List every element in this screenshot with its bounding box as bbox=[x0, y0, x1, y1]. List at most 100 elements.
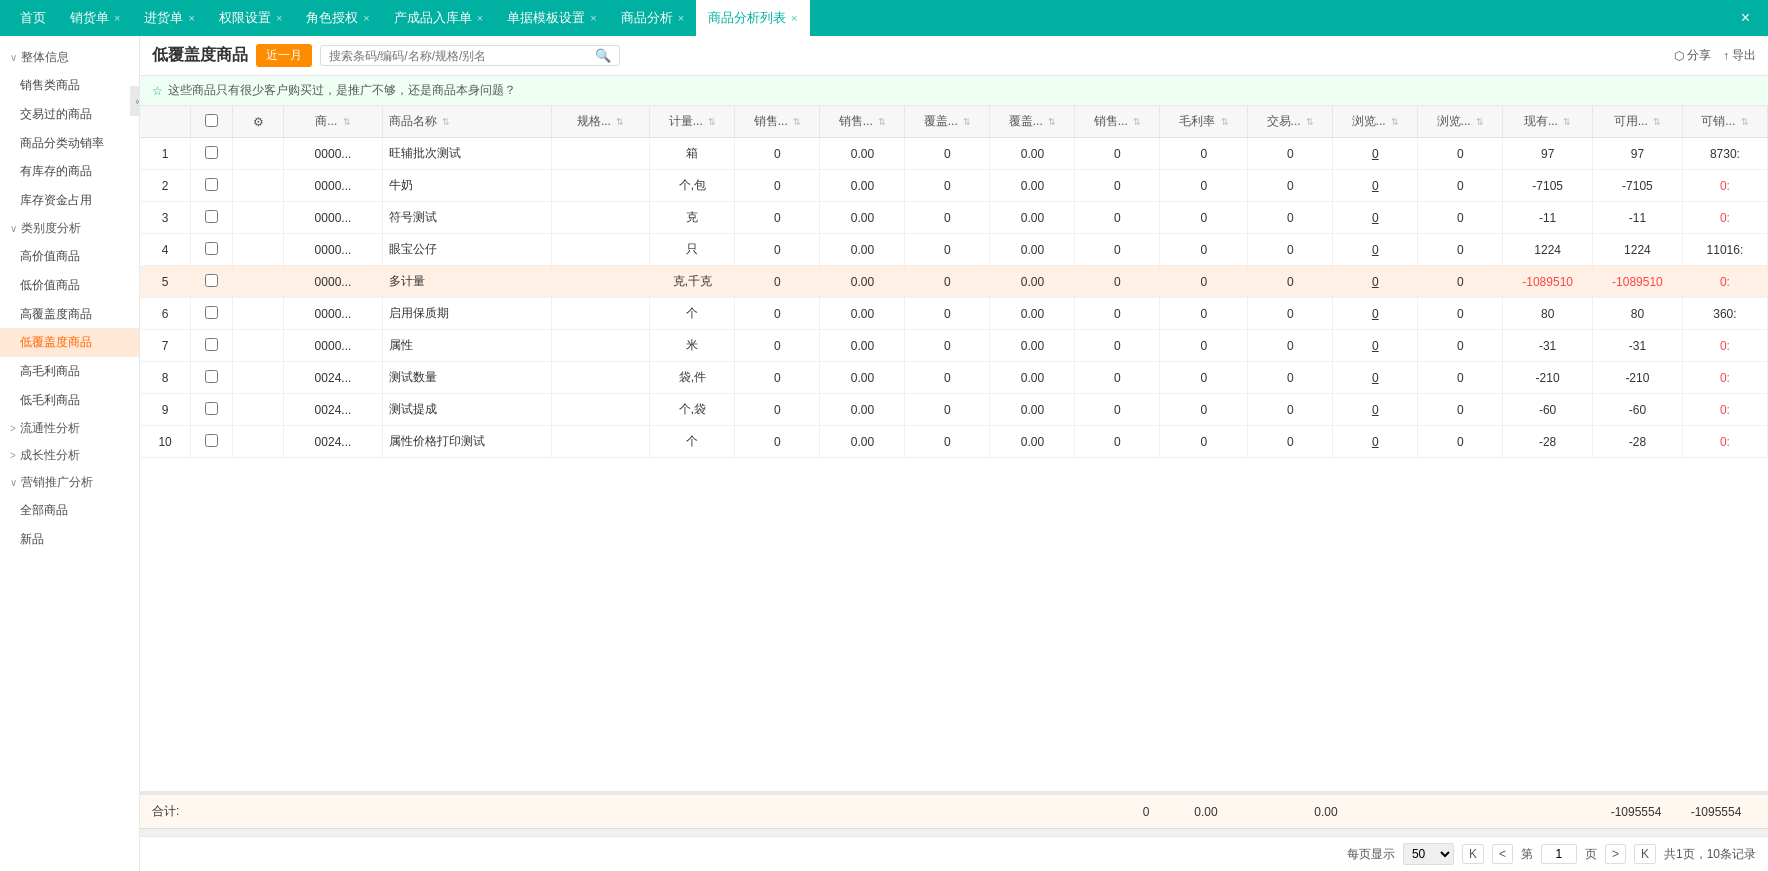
cell-browse1[interactable]: 0 bbox=[1333, 330, 1418, 362]
cell-check[interactable] bbox=[191, 394, 233, 426]
nav-role-auth[interactable]: 角色授权 × bbox=[294, 0, 381, 36]
sidebar-item-high-coverage[interactable]: 高覆盖度商品 bbox=[0, 300, 139, 329]
row-checkbox[interactable] bbox=[205, 274, 218, 287]
browse-link[interactable]: 0 bbox=[1372, 211, 1379, 225]
sidebar-item-sales-goods[interactable]: 销售类商品 bbox=[0, 71, 139, 100]
browse-link[interactable]: 0 bbox=[1372, 275, 1379, 289]
sidebar-section-overview[interactable]: ∨ 整体信息 bbox=[0, 44, 139, 71]
row-checkbox[interactable] bbox=[205, 338, 218, 351]
search-icon[interactable]: 🔍 bbox=[595, 48, 611, 63]
nav-product-analysis-list[interactable]: 商品分析列表 × bbox=[696, 0, 809, 36]
horizontal-scrollbar[interactable] bbox=[140, 828, 1768, 836]
nav-permissions[interactable]: 权限设置 × bbox=[207, 0, 294, 36]
sidebar-item-all-goods[interactable]: 全部商品 bbox=[0, 496, 139, 525]
last-page-button[interactable]: K bbox=[1634, 844, 1656, 864]
cell-browse1[interactable]: 0 bbox=[1333, 394, 1418, 426]
cell-settings bbox=[233, 394, 284, 426]
sidebar-item-new-goods[interactable]: 新品 bbox=[0, 525, 139, 554]
sidebar-item-stocked-goods[interactable]: 有库存的商品 bbox=[0, 157, 139, 186]
cell-check[interactable] bbox=[191, 138, 233, 170]
sidebar-item-low-value[interactable]: 低价值商品 bbox=[0, 271, 139, 300]
sidebar-item-low-profit[interactable]: 低毛利商品 bbox=[0, 386, 139, 415]
row-checkbox[interactable] bbox=[205, 434, 218, 447]
cell-browse1[interactable]: 0 bbox=[1333, 362, 1418, 394]
nav-purchase-order[interactable]: 进货单 × bbox=[132, 0, 206, 36]
sidebar-item-high-value[interactable]: 高价值商品 bbox=[0, 242, 139, 271]
close-permissions[interactable]: × bbox=[276, 12, 282, 24]
th-settings[interactable]: ⚙ bbox=[233, 106, 284, 138]
sidebar-section-liquidity[interactable]: > 流通性分析 bbox=[0, 415, 139, 442]
cell-check[interactable] bbox=[191, 298, 233, 330]
share-button[interactable]: ⬡ 分享 bbox=[1674, 47, 1711, 64]
close-product-analysis-list[interactable]: × bbox=[791, 12, 797, 24]
row-checkbox[interactable] bbox=[205, 146, 218, 159]
cell-browse1[interactable]: 0 bbox=[1333, 202, 1418, 234]
close-template-settings[interactable]: × bbox=[590, 12, 596, 24]
browse-link[interactable]: 0 bbox=[1372, 243, 1379, 257]
browse-link[interactable]: 0 bbox=[1372, 339, 1379, 353]
sidebar-section-category[interactable]: ∨ 类别度分析 bbox=[0, 215, 139, 242]
sidebar-section-marketing[interactable]: ∨ 营销推广分析 bbox=[0, 469, 139, 496]
export-button[interactable]: ↑ 导出 bbox=[1723, 47, 1756, 64]
sidebar-collapse-button[interactable]: « bbox=[130, 86, 140, 116]
sidebar-item-high-profit[interactable]: 高毛利商品 bbox=[0, 357, 139, 386]
browse-link[interactable]: 0 bbox=[1372, 435, 1379, 449]
row-checkbox[interactable] bbox=[205, 370, 218, 383]
sidebar-item-low-coverage[interactable]: 低覆盖度商品 bbox=[0, 328, 139, 357]
close-product-analysis[interactable]: × bbox=[678, 12, 684, 24]
cell-browse1[interactable]: 0 bbox=[1333, 298, 1418, 330]
sidebar-item-stock-fund[interactable]: 库存资金占用 bbox=[0, 186, 139, 215]
prev-page-button[interactable]: < bbox=[1492, 844, 1513, 864]
row-checkbox[interactable] bbox=[205, 210, 218, 223]
row-checkbox[interactable] bbox=[205, 306, 218, 319]
close-role-auth[interactable]: × bbox=[363, 12, 369, 24]
cell-browse1[interactable]: 0 bbox=[1333, 234, 1418, 266]
next-page-button[interactable]: > bbox=[1605, 844, 1626, 864]
per-page-label: 每页显示 bbox=[1347, 846, 1395, 863]
cell-browse1[interactable]: 0 bbox=[1333, 426, 1418, 458]
browse-link[interactable]: 0 bbox=[1372, 371, 1379, 385]
sidebar-section-growth[interactable]: > 成长性分析 bbox=[0, 442, 139, 469]
cell-cover2: 0.00 bbox=[990, 138, 1075, 170]
cell-check[interactable] bbox=[191, 426, 233, 458]
cell-check[interactable] bbox=[191, 362, 233, 394]
nav-product-inbound[interactable]: 产成品入库单 × bbox=[382, 0, 495, 36]
data-table-container[interactable]: ⚙ 商... ⇅ 商品名称 ⇅ 规格... ⇅ 计量... ⇅ 销售... ⇅ … bbox=[140, 106, 1768, 791]
nav-product-analysis[interactable]: 商品分析 × bbox=[609, 0, 696, 36]
row-checkbox[interactable] bbox=[205, 178, 218, 191]
cell-code: 0000... bbox=[284, 330, 383, 362]
browse-link[interactable]: 0 bbox=[1372, 147, 1379, 161]
first-page-button[interactable]: K bbox=[1462, 844, 1484, 864]
cell-browse1[interactable]: 0 bbox=[1333, 266, 1418, 298]
sidebar-item-traded-goods[interactable]: 交易过的商品 bbox=[0, 100, 139, 129]
cell-browse1[interactable]: 0 bbox=[1333, 138, 1418, 170]
cell-settings bbox=[233, 426, 284, 458]
cell-check[interactable] bbox=[191, 234, 233, 266]
close-sales-order[interactable]: × bbox=[114, 12, 120, 24]
nav-sales-order[interactable]: 销货单 × bbox=[58, 0, 132, 36]
cell-browse1[interactable]: 0 bbox=[1333, 170, 1418, 202]
cell-trade: 0 bbox=[1248, 362, 1333, 394]
period-button[interactable]: 近一月 bbox=[256, 44, 312, 67]
sidebar-item-category-rate[interactable]: 商品分类动销率 bbox=[0, 129, 139, 158]
table-row: 10 0024... 属性价格打印测试 个 0 0.00 0 0.00 0 0 … bbox=[140, 426, 1768, 458]
cell-check[interactable] bbox=[191, 202, 233, 234]
cell-check[interactable] bbox=[191, 170, 233, 202]
close-product-inbound[interactable]: × bbox=[477, 12, 483, 24]
close-all-button[interactable]: × bbox=[1731, 9, 1760, 27]
row-checkbox[interactable] bbox=[205, 242, 218, 255]
select-all-checkbox[interactable] bbox=[205, 114, 218, 127]
cell-check[interactable] bbox=[191, 266, 233, 298]
nav-template-settings[interactable]: 单据模板设置 × bbox=[495, 0, 608, 36]
row-checkbox[interactable] bbox=[205, 402, 218, 415]
browse-link[interactable]: 0 bbox=[1372, 179, 1379, 193]
search-input[interactable] bbox=[329, 49, 595, 63]
per-page-select[interactable]: 50 100 200 bbox=[1403, 843, 1454, 865]
page-number-input[interactable] bbox=[1541, 844, 1577, 864]
nav-home[interactable]: 首页 bbox=[8, 0, 58, 36]
browse-link[interactable]: 0 bbox=[1372, 307, 1379, 321]
close-purchase-order[interactable]: × bbox=[188, 12, 194, 24]
browse-link[interactable]: 0 bbox=[1372, 403, 1379, 417]
cell-browse2: 0 bbox=[1418, 170, 1503, 202]
cell-check[interactable] bbox=[191, 330, 233, 362]
